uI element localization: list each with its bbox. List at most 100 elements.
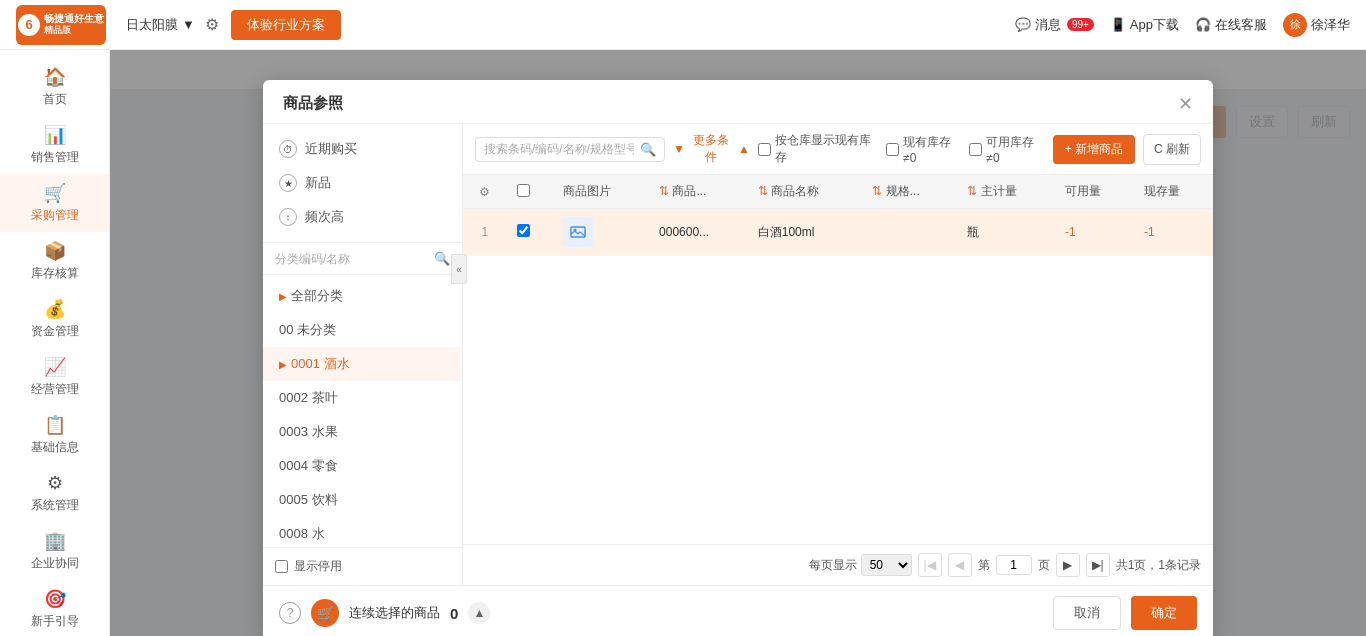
category-item-0005[interactable]: 0005 饮料	[263, 483, 462, 517]
row-stock: -1	[1134, 209, 1213, 256]
sidebar-item-basic[interactable]: 📋 基础信息	[0, 406, 109, 464]
sidebar-item-finance[interactable]: 💰 资金管理	[0, 290, 109, 348]
table-body: 1	[463, 209, 1213, 256]
new-icon: ★	[279, 174, 297, 192]
sidebar-item-home[interactable]: 🏠 首页	[0, 58, 109, 116]
confirm-button[interactable]: 确定	[1131, 596, 1197, 630]
col-unit[interactable]: ⇅ 主计量	[957, 175, 1055, 209]
message-item[interactable]: 💬 消息 99+	[1015, 16, 1094, 34]
show-disabled-checkbox[interactable]	[275, 560, 288, 573]
warehouse-stock-checkbox-group: 按仓库显示现有库存	[758, 132, 878, 166]
show-disabled-label[interactable]: 显示停用	[294, 558, 342, 575]
category-item-0002[interactable]: 0002 茶叶	[263, 381, 462, 415]
total-info: 共1页，1条记录	[1116, 557, 1201, 574]
exp-industry-button[interactable]: 体验行业方案	[231, 10, 341, 40]
filter-icon: ▼	[673, 142, 685, 156]
product-search-input[interactable]	[484, 142, 634, 156]
row-unit: 瓶	[957, 209, 1055, 256]
row-checkbox[interactable]	[517, 224, 530, 237]
row-spec	[862, 209, 957, 256]
system-icon: ⚙	[47, 472, 63, 494]
modal-footer: ? 🛒 连续选择的商品 0 ▲ 取消 确定	[263, 585, 1213, 636]
headset-icon: 🎧	[1195, 17, 1211, 32]
page-size-dropdown[interactable]: 50 20 100 200	[861, 554, 912, 576]
navbar-right: 💬 消息 99+ 📱 App下载 🎧 在线客服 徐 徐泽华	[1015, 13, 1350, 37]
warehouse-stock-label[interactable]: 按仓库显示现有库存	[775, 132, 878, 166]
pagination: 每页显示 50 20 100 200 |◀ ◀ 第	[463, 544, 1213, 585]
sidebar-item-guide[interactable]: 🎯 新手引导	[0, 580, 109, 636]
category-search-icon[interactable]: 🔍	[434, 251, 450, 266]
modal-close-button[interactable]: ✕	[1178, 95, 1193, 113]
current-stock-checkbox[interactable]	[886, 143, 899, 156]
row-available: -1	[1055, 209, 1134, 256]
page-last-button[interactable]: ▶|	[1086, 553, 1110, 577]
current-stock-label[interactable]: 现有库存≠0	[903, 134, 961, 165]
store-dropdown[interactable]: 日太阳膜 ▼	[126, 16, 195, 34]
tab-recent[interactable]: ⏱ 近期购买	[263, 132, 462, 166]
gear-settings-icon[interactable]: ⚙	[479, 185, 490, 199]
sort-arrow-unit-icon: ⇅	[967, 184, 977, 198]
warehouse-stock-checkbox[interactable]	[758, 143, 771, 156]
table-row[interactable]: 1	[463, 209, 1213, 256]
online-service-item[interactable]: 🎧 在线客服	[1195, 16, 1267, 34]
col-stock: 现存量	[1134, 175, 1213, 209]
category-item-00[interactable]: 00 未分类	[263, 313, 462, 347]
frequent-icon: ↑	[279, 208, 297, 226]
user-item[interactable]: 徐 徐泽华	[1283, 13, 1350, 37]
row-image-cell	[553, 209, 649, 256]
col-code[interactable]: ⇅ 商品...	[649, 175, 748, 209]
sales-icon: 📊	[44, 124, 66, 146]
cancel-button[interactable]: 取消	[1053, 596, 1121, 630]
content-area: 查询 设置 刷新 商品参照 ✕	[110, 50, 1366, 636]
page-input[interactable]	[996, 555, 1032, 575]
product-image	[563, 217, 593, 247]
enterprise-icon: 🏢	[44, 530, 66, 552]
available-stock-label[interactable]: 可用库存≠0	[986, 134, 1044, 165]
category-search-input[interactable]	[275, 252, 428, 266]
help-icon[interactable]: ?	[279, 602, 301, 624]
home-icon: 🏠	[44, 66, 66, 88]
dropdown-arrow-icon: ▼	[182, 17, 195, 32]
table-header-row: ⚙ 商品图片	[463, 175, 1213, 209]
sidebar: 🏠 首页 📊 销售管理 🛒 采购管理 📦 库存核算 💰 资金管理 📈 经营管理 …	[0, 50, 110, 636]
purchase-icon: 🛒	[44, 182, 66, 204]
select-all-checkbox[interactable]	[517, 184, 530, 197]
page-first-button[interactable]: |◀	[918, 553, 942, 577]
sidebar-item-inventory[interactable]: 📦 库存核算	[0, 232, 109, 290]
image-icon	[570, 224, 586, 240]
add-product-button[interactable]: + 新增商品	[1053, 135, 1135, 164]
collapse-footer-button[interactable]: ▲	[468, 602, 490, 624]
cart-button[interactable]: 🛒	[311, 599, 339, 627]
category-item-0003[interactable]: 0003 水果	[263, 415, 462, 449]
sidebar-item-enterprise[interactable]: 🏢 企业协同	[0, 522, 109, 580]
app-logo: 6 畅捷通好生意 精品版	[16, 5, 106, 45]
page-prev-button[interactable]: ◀	[948, 553, 972, 577]
available-stock-checkbox[interactable]	[969, 143, 982, 156]
modal-toolbar: 🔍 ▼ 更多条件 ▲ 按仓库显示现有库存	[463, 124, 1213, 175]
category-item-0008[interactable]: 0008 水	[263, 517, 462, 547]
tab-frequent[interactable]: ↑ 频次高	[263, 200, 462, 234]
gear-icon[interactable]: ⚙	[205, 15, 219, 34]
sort-arrow-name-icon: ⇅	[758, 184, 768, 198]
sidebar-item-management[interactable]: 📈 经营管理	[0, 348, 109, 406]
collapse-panel-button[interactable]: «	[451, 254, 467, 284]
more-filter-button[interactable]: ▼ 更多条件 ▲	[673, 132, 750, 166]
col-spec[interactable]: ⇅ 规格...	[862, 175, 957, 209]
sidebar-item-system[interactable]: ⚙ 系统管理	[0, 464, 109, 522]
category-list: ▶ 全部分类 00 未分类 ▶ 0001 酒水 0002 茶	[263, 275, 462, 547]
category-item-all[interactable]: ▶ 全部分类	[263, 279, 462, 313]
footer-right: 取消 确定	[1053, 596, 1197, 630]
modal-left-footer: 显示停用	[263, 547, 462, 585]
sidebar-item-sales[interactable]: 📊 销售管理	[0, 116, 109, 174]
product-search-icon[interactable]: 🔍	[640, 142, 656, 157]
row-checkbox-cell[interactable]	[507, 209, 554, 256]
tab-new[interactable]: ★ 新品	[263, 166, 462, 200]
row-name: 白酒100ml	[748, 209, 863, 256]
sidebar-item-purchase[interactable]: 🛒 采购管理	[0, 174, 109, 232]
refresh-button[interactable]: C 刷新	[1143, 134, 1201, 165]
col-name[interactable]: ⇅ 商品名称	[748, 175, 863, 209]
category-item-0004[interactable]: 0004 零食	[263, 449, 462, 483]
app-download-item[interactable]: 📱 App下载	[1110, 16, 1179, 34]
page-next-button[interactable]: ▶	[1056, 553, 1080, 577]
category-item-0001[interactable]: ▶ 0001 酒水	[263, 347, 462, 381]
